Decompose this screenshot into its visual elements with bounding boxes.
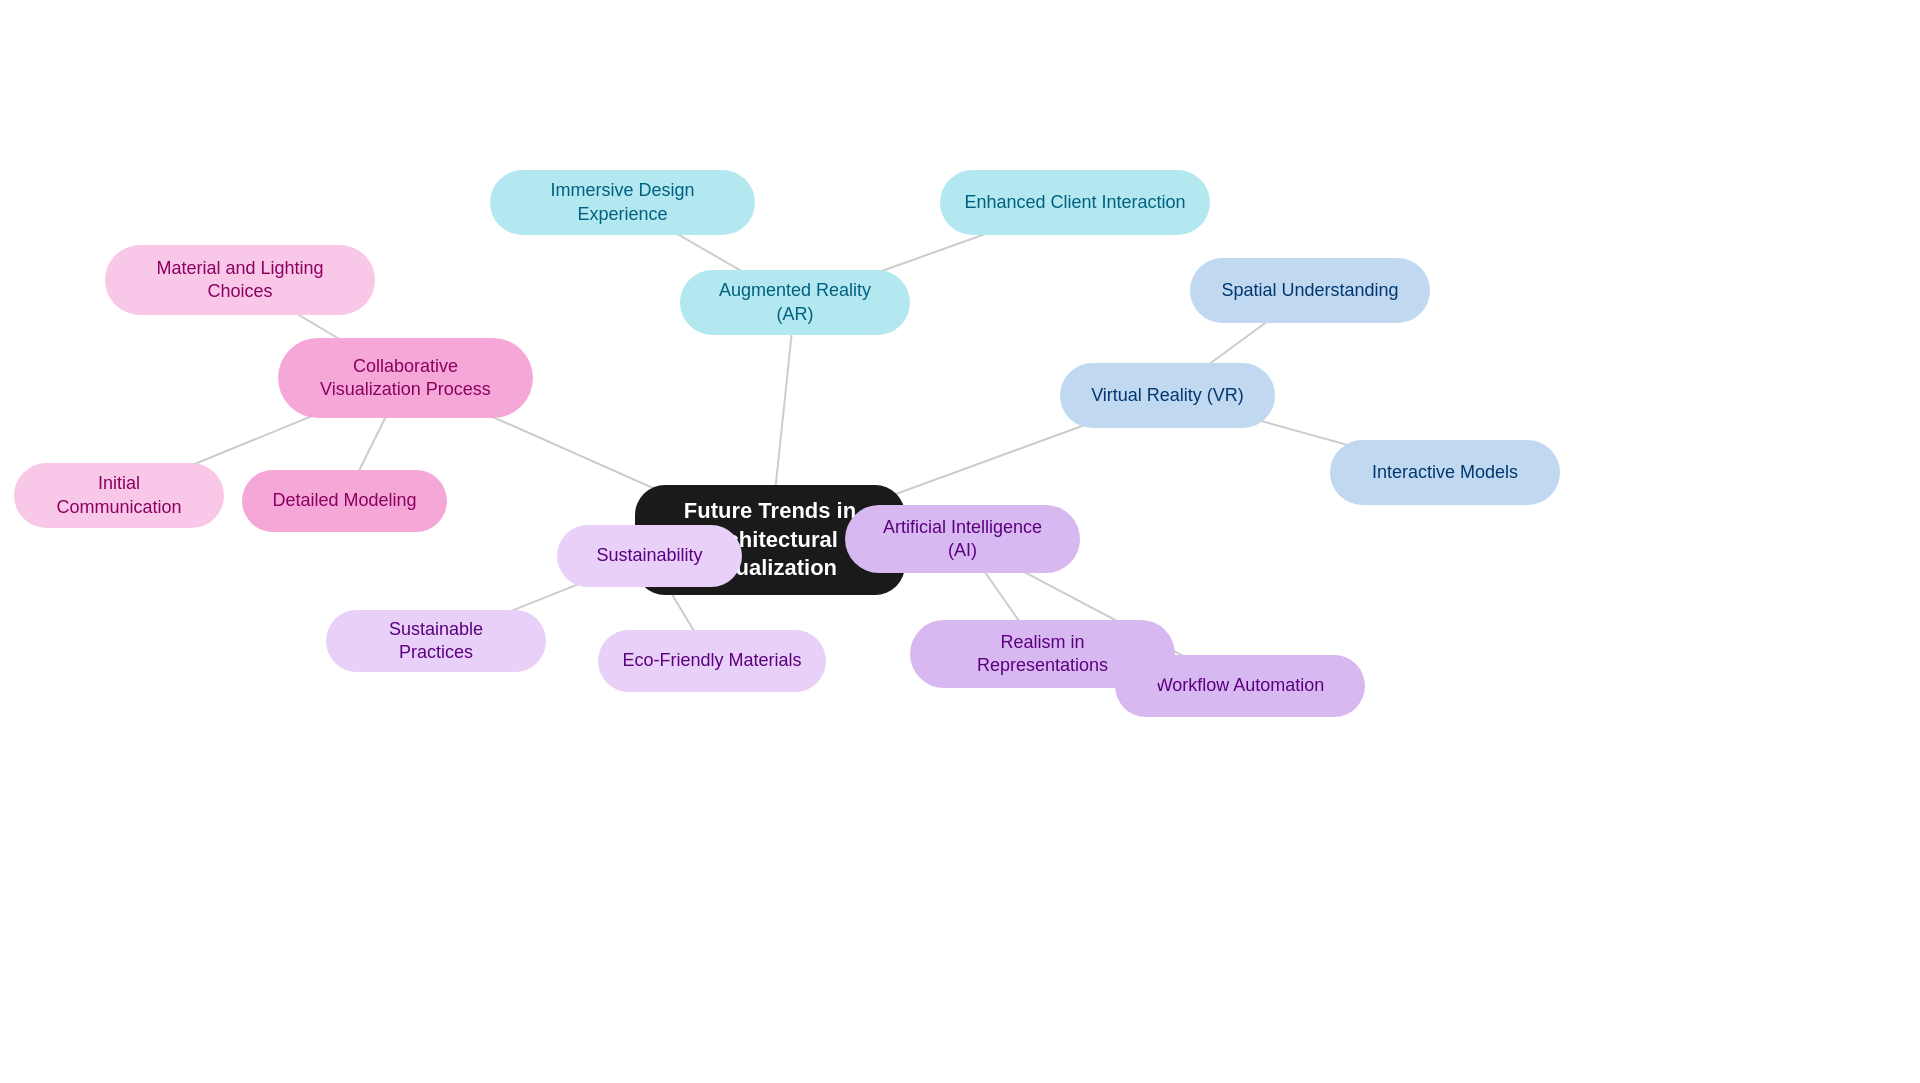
sustainable-practices-label: Sustainable Practices xyxy=(350,618,522,665)
material-node[interactable]: Material and Lighting Choices xyxy=(105,245,375,315)
interactive-label: Interactive Models xyxy=(1372,461,1518,484)
spatial-label: Spatial Understanding xyxy=(1221,279,1398,302)
initial-label: Initial Communication xyxy=(38,472,200,519)
spatial-node[interactable]: Spatial Understanding xyxy=(1190,258,1430,323)
sustainability-label: Sustainability xyxy=(596,544,702,567)
detailed-label: Detailed Modeling xyxy=(272,489,416,512)
vr-node[interactable]: Virtual Reality (VR) xyxy=(1060,363,1275,428)
interactive-node[interactable]: Interactive Models xyxy=(1330,440,1560,505)
vr-label: Virtual Reality (VR) xyxy=(1091,384,1244,407)
initial-node[interactable]: Initial Communication xyxy=(14,463,224,528)
realism-label: Realism in Representations xyxy=(934,631,1151,678)
sustainable-practices-node[interactable]: Sustainable Practices xyxy=(326,610,546,672)
enhanced-node[interactable]: Enhanced Client Interaction xyxy=(940,170,1210,235)
ar-node[interactable]: Augmented Reality (AR) xyxy=(680,270,910,335)
collab-label: Collaborative Visualization Process xyxy=(302,355,509,402)
ai-label: Artificial Intelligence (AI) xyxy=(869,516,1056,563)
detailed-node[interactable]: Detailed Modeling xyxy=(242,470,447,532)
realism-node[interactable]: Realism in Representations xyxy=(910,620,1175,688)
workflow-label: Workflow Automation xyxy=(1156,674,1325,697)
eco-node[interactable]: Eco-Friendly Materials xyxy=(598,630,826,692)
sustainability-node[interactable]: Sustainability xyxy=(557,525,742,587)
immersive-node[interactable]: Immersive Design Experience xyxy=(490,170,755,235)
collab-node[interactable]: Collaborative Visualization Process xyxy=(278,338,533,418)
material-label: Material and Lighting Choices xyxy=(129,257,351,304)
enhanced-label: Enhanced Client Interaction xyxy=(964,191,1185,214)
immersive-label: Immersive Design Experience xyxy=(514,179,731,226)
ar-label: Augmented Reality (AR) xyxy=(704,279,886,326)
ai-node[interactable]: Artificial Intelligence (AI) xyxy=(845,505,1080,573)
eco-label: Eco-Friendly Materials xyxy=(622,649,801,672)
